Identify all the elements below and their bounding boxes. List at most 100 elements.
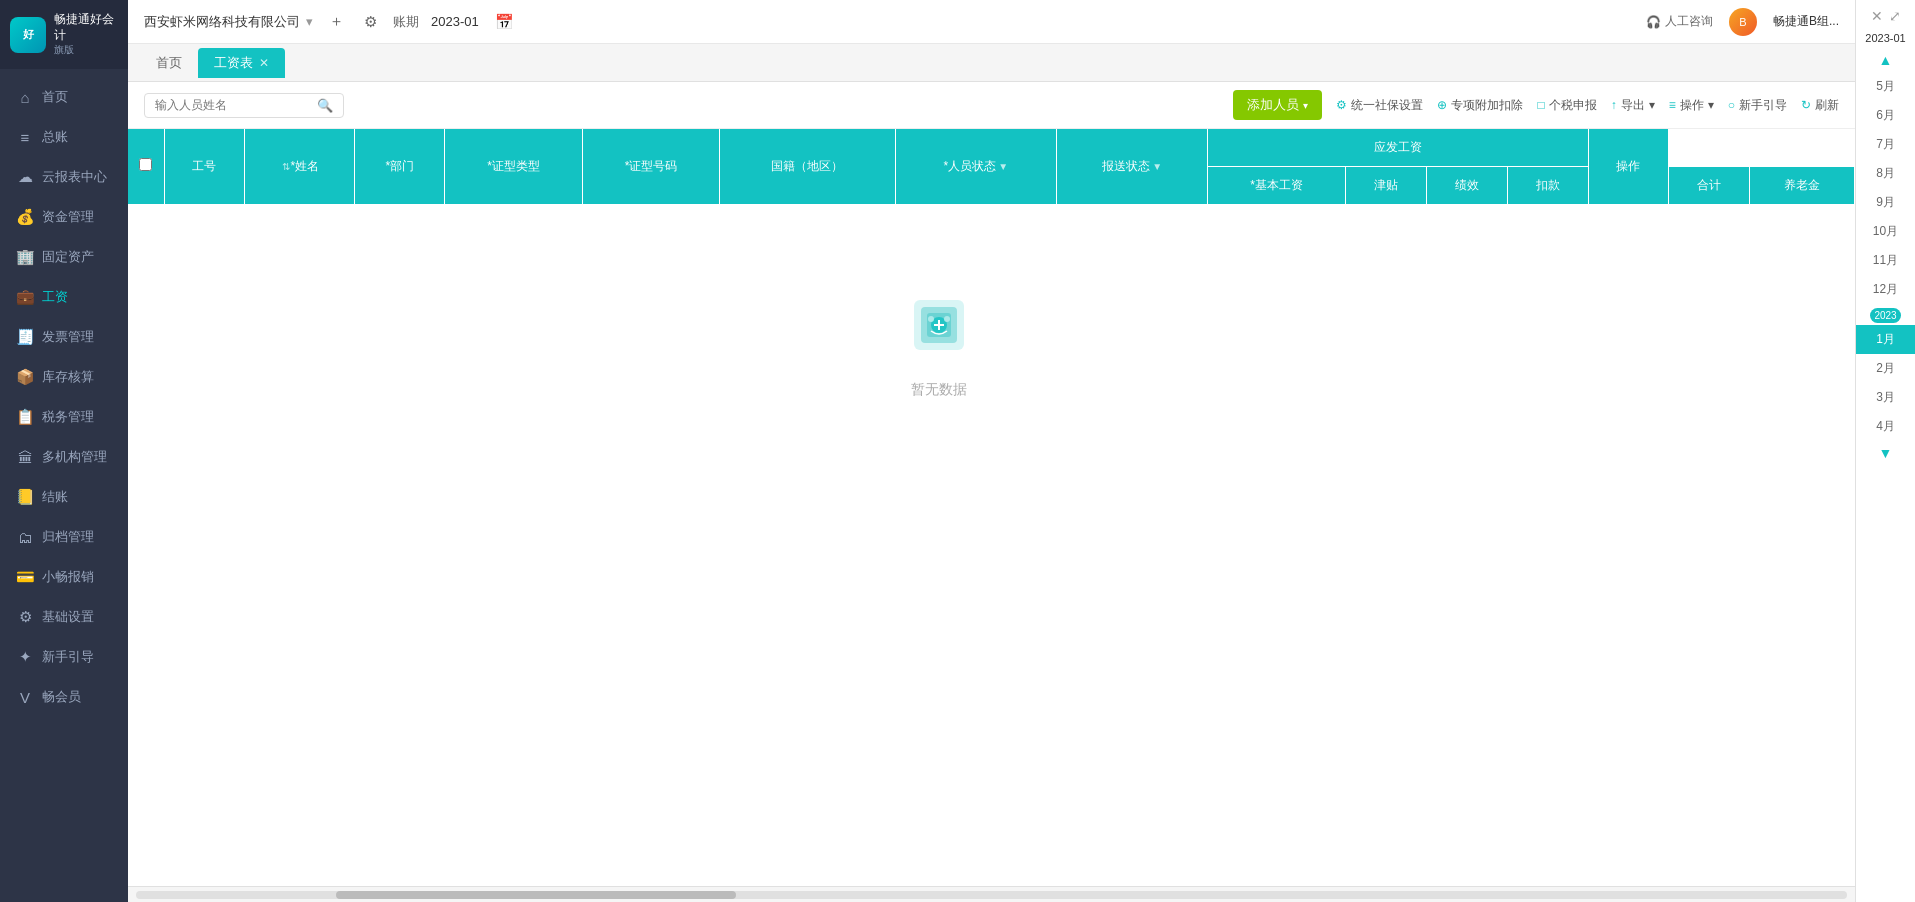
month-2[interactable]: 2月: [1856, 354, 1915, 383]
add-company-btn[interactable]: ＋: [325, 8, 348, 35]
assets-icon: 🏢: [16, 248, 34, 266]
year-up-btn[interactable]: ▲: [1875, 48, 1897, 72]
refresh-btn[interactable]: ↻ 刷新: [1801, 97, 1839, 114]
sidebar-item-settings[interactable]: ⚙ 基础设置: [0, 597, 128, 637]
month-5[interactable]: 5月: [1856, 72, 1915, 101]
scroll-area[interactable]: [128, 886, 1855, 902]
service-label: 人工咨询: [1665, 13, 1713, 30]
month-12[interactable]: 12月: [1856, 275, 1915, 304]
company-selector[interactable]: 西安虾米网络科技有限公司 ▾: [144, 13, 313, 31]
month-10[interactable]: 10月: [1856, 217, 1915, 246]
social-security-label: 统一社保设置: [1351, 97, 1423, 114]
month-6[interactable]: 6月: [1856, 101, 1915, 130]
inventory-icon: 📦: [16, 368, 34, 386]
settings-btn[interactable]: ⚙: [360, 9, 381, 35]
month-4[interactable]: 4月: [1856, 412, 1915, 441]
toolbar-right: 添加人员 ▾ ⚙ 统一社保设置 ⊕ 专项附加扣除 □ 个税申报 ↑ 导出 ▾ ≡: [1233, 90, 1839, 120]
panel-close-icon[interactable]: ✕: [1871, 8, 1883, 24]
export-btn[interactable]: ↑ 导出 ▾: [1611, 97, 1655, 114]
service-btn[interactable]: 🎧 人工咨询: [1646, 13, 1713, 30]
sidebar-item-expense[interactable]: 💳 小畅报销: [0, 557, 128, 597]
sidebar-item-home[interactable]: ⌂ 首页: [0, 77, 128, 117]
sidebar: 好 畅捷通好会计 旗版 ⌂ 首页 ≡ 总账 ☁ 云报表中心 💰 资金管理 🏢 固…: [0, 0, 128, 902]
guide-btn[interactable]: ○ 新手引导: [1728, 97, 1787, 114]
empty-state: 暂无数据: [128, 205, 1750, 479]
sidebar-item-close-label: 结账: [42, 488, 68, 506]
invoice-icon: 🧾: [16, 328, 34, 346]
sidebar-item-member[interactable]: V 畅会员: [0, 677, 128, 717]
company-dropdown-icon: ▾: [306, 14, 313, 29]
sidebar-item-fund[interactable]: 💰 资金管理: [0, 197, 128, 237]
expense-icon: 💳: [16, 568, 34, 586]
sidebar-item-payroll[interactable]: 💼 工资: [0, 277, 128, 317]
report-filter-icon[interactable]: ▼: [1152, 161, 1162, 172]
archive-icon: 🗂: [16, 529, 34, 546]
search-input[interactable]: [155, 98, 311, 112]
sidebar-item-close[interactable]: 📒 结账: [0, 477, 128, 517]
sidebar-item-guide[interactable]: ✦ 新手引导: [0, 637, 128, 677]
scroll-thumb[interactable]: [336, 891, 736, 899]
sidebar-item-archive-label: 归档管理: [42, 528, 94, 546]
th-checkbox[interactable]: [128, 129, 164, 204]
month-1[interactable]: 1月: [1856, 325, 1915, 354]
month-3[interactable]: 3月: [1856, 383, 1915, 412]
operation-label: 操作: [1680, 97, 1704, 114]
sidebar-item-assets[interactable]: 🏢 固定资产: [0, 237, 128, 277]
th-dept: *部门: [355, 129, 445, 204]
add-chevron-icon: ▾: [1303, 100, 1308, 111]
guide-icon-tb: ○: [1728, 98, 1735, 112]
operation-chevron-icon: ▾: [1708, 98, 1714, 112]
panel-expand-icon[interactable]: ⤢: [1889, 8, 1901, 24]
month-11[interactable]: 11月: [1856, 246, 1915, 275]
sidebar-item-report[interactable]: ☁ 云报表中心: [0, 157, 128, 197]
social-security-btn[interactable]: ⚙ 统一社保设置: [1336, 97, 1423, 114]
user-name: 畅捷通B组...: [1773, 13, 1839, 30]
calendar-icon[interactable]: 📅: [491, 9, 518, 35]
month-9[interactable]: 9月: [1856, 188, 1915, 217]
tab-home[interactable]: 首页: [140, 48, 198, 78]
report-icon: ☁: [16, 168, 34, 186]
status-filter-icon[interactable]: ▼: [998, 161, 1008, 172]
sidebar-item-inventory[interactable]: 📦 库存核算: [0, 357, 128, 397]
add-person-label: 添加人员: [1247, 96, 1299, 114]
main-content: 西安虾米网络科技有限公司 ▾ ＋ ⚙ 账期 2023-01 📅 🎧 人工咨询 B…: [128, 0, 1855, 902]
sidebar-logo: 好 畅捷通好会计 旗版: [0, 0, 128, 69]
sidebar-item-ledger-label: 总账: [42, 128, 68, 146]
tab-payroll[interactable]: 工资表 ✕: [198, 48, 285, 78]
add-person-btn[interactable]: 添加人员 ▾: [1233, 90, 1322, 120]
member-icon: V: [16, 689, 34, 706]
tab-close-icon[interactable]: ✕: [259, 56, 269, 70]
app-edition: 旗版: [54, 43, 118, 57]
th-total: 合计: [1669, 167, 1750, 205]
svg-point-7: [944, 316, 950, 322]
headset-icon: 🎧: [1646, 15, 1661, 29]
sidebar-item-ledger[interactable]: ≡ 总账: [0, 117, 128, 157]
sidebar-item-multi[interactable]: 🏛 多机构管理: [0, 437, 128, 477]
sidebar-item-tax[interactable]: 📋 税务管理: [0, 397, 128, 437]
svg-point-6: [928, 316, 934, 322]
year-down-btn[interactable]: ▼: [1875, 441, 1897, 465]
sidebar-item-fund-label: 资金管理: [42, 208, 94, 226]
sidebar-item-invoice[interactable]: 🧾 发票管理: [0, 317, 128, 357]
month-8[interactable]: 8月: [1856, 159, 1915, 188]
th-id-type: *证型类型: [445, 129, 582, 204]
sidebar-item-payroll-label: 工资: [42, 288, 68, 306]
th-base-salary: *基本工资: [1208, 167, 1345, 205]
sidebar-item-settings-label: 基础设置: [42, 608, 94, 626]
fund-icon: 💰: [16, 208, 34, 226]
th-name-sort-icon: ⇅: [282, 161, 290, 172]
operation-btn[interactable]: ≡ 操作 ▾: [1669, 97, 1714, 114]
operation-icon: ≡: [1669, 98, 1676, 112]
empty-text: 暂无数据: [911, 381, 967, 399]
home-icon: ⌂: [16, 89, 34, 106]
tax-icon: 📋: [16, 408, 34, 426]
tax-declare-btn[interactable]: □ 个税申报: [1537, 97, 1596, 114]
sidebar-item-tax-label: 税务管理: [42, 408, 94, 426]
panel-top-icons: ✕ ⤢: [1865, 4, 1907, 28]
search-icon: 🔍: [317, 98, 333, 113]
export-icon: ↑: [1611, 98, 1617, 112]
sidebar-item-archive[interactable]: 🗂 归档管理: [0, 517, 128, 557]
month-7[interactable]: 7月: [1856, 130, 1915, 159]
special-deduction-btn[interactable]: ⊕ 专项附加扣除: [1437, 97, 1523, 114]
select-all-checkbox[interactable]: [139, 158, 152, 171]
